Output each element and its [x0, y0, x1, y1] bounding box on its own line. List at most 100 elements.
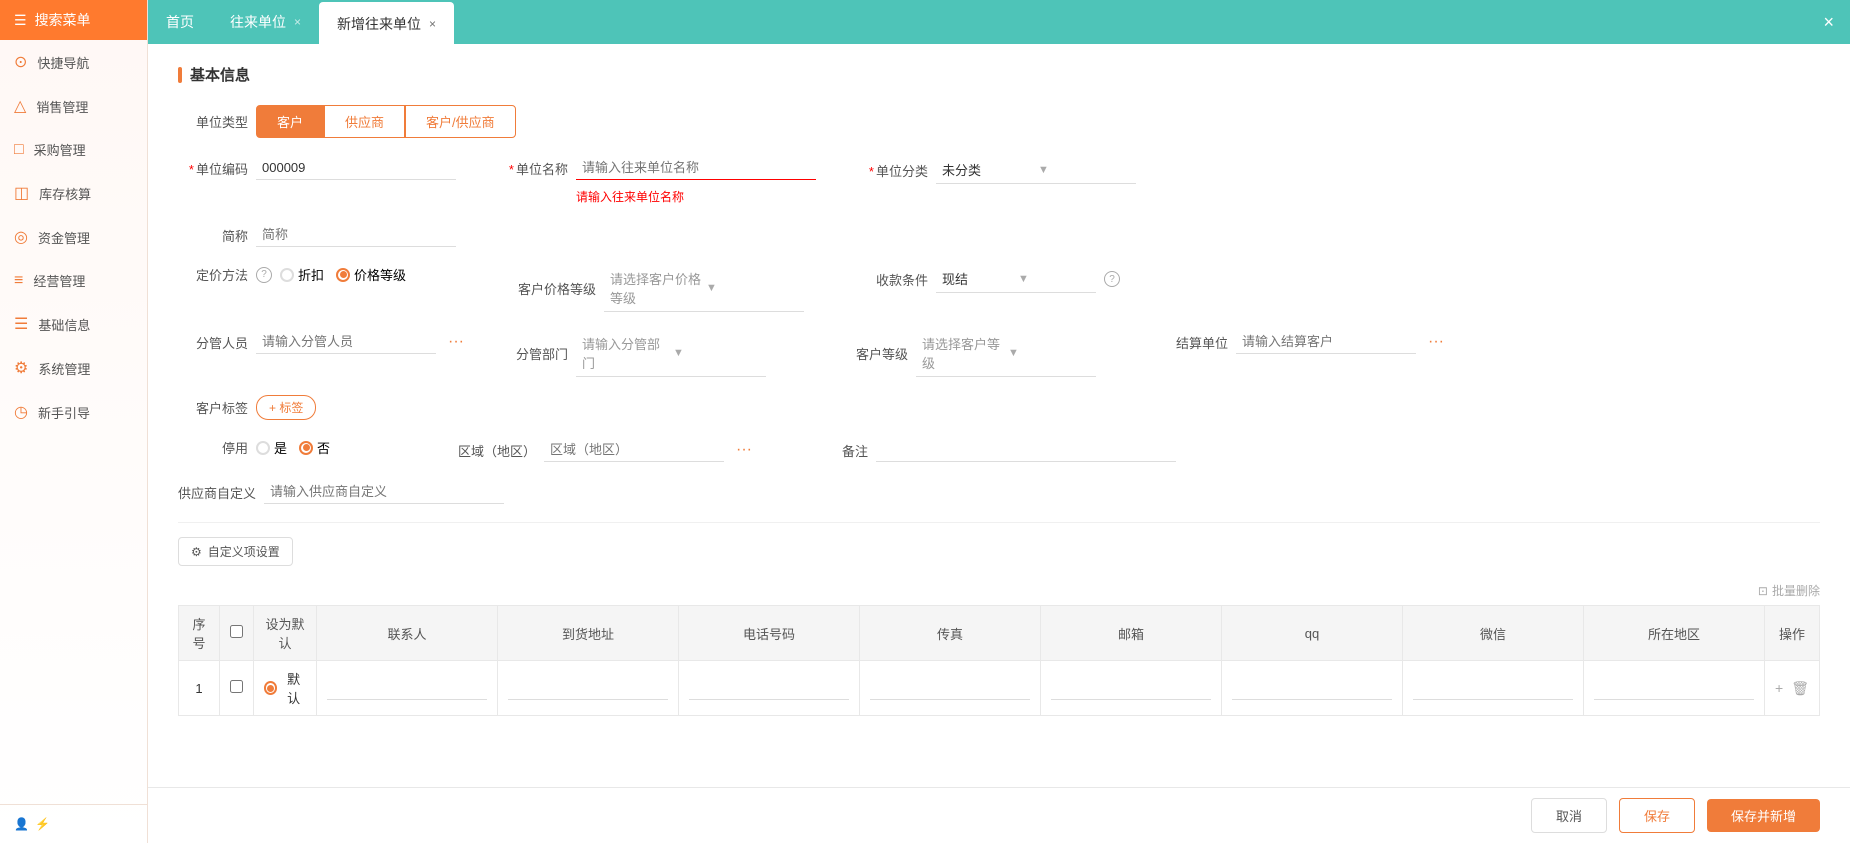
sidebar-item-quick-nav[interactable]: ⊙ 快捷导航 [0, 40, 147, 84]
tab-trading-units-close[interactable]: × [294, 15, 301, 29]
email-input[interactable] [1051, 676, 1211, 700]
contact-input[interactable] [327, 676, 487, 700]
pricing-grade-radio[interactable]: 价格等级 [336, 265, 406, 284]
disabled-yes-radio[interactable]: 是 [256, 438, 287, 457]
pricing-discount-radio[interactable]: 折扣 [280, 265, 324, 284]
tab-new-trading-unit-label: 新增往来单位 [337, 14, 421, 34]
disabled-group: 停用 是 否 [178, 438, 458, 457]
type-btn-supplier[interactable]: 供应商 [324, 105, 405, 138]
tab-bar-close[interactable]: × [1823, 12, 1850, 33]
table-region-input[interactable] [1594, 676, 1754, 700]
billing-more-btn[interactable]: ··· [1424, 333, 1448, 351]
tab-trading-units[interactable]: 往来单位 × [212, 0, 319, 44]
row-address [498, 661, 679, 716]
billing-unit-label: 结算单位 [1158, 333, 1228, 352]
custom-settings-button[interactable]: ⚙ 自定义项设置 [178, 537, 293, 566]
tab-home[interactable]: 首页 [148, 0, 212, 44]
sidebar-item-finance[interactable]: ◎ 资金管理 [0, 215, 147, 259]
region-more-btn[interactable]: ··· [732, 441, 756, 459]
save-add-button[interactable]: 保存并新增 [1707, 799, 1820, 832]
sidebar-item-purchase[interactable]: □ 采购管理 [0, 128, 147, 171]
unit-code-group: 单位编码 [178, 156, 498, 180]
cancel-button[interactable]: 取消 [1531, 798, 1607, 833]
remark-group: 备注 [798, 438, 1820, 462]
sidebar-item-system[interactable]: ⚙ 系统管理 [0, 346, 147, 390]
row-checkbox-input[interactable] [230, 680, 243, 693]
type-btn-customer[interactable]: 客户 [256, 105, 324, 138]
manager-label: 分管人员 [178, 333, 248, 352]
payment-select[interactable]: 现结 ▼ [936, 265, 1096, 293]
short-name-input[interactable] [256, 223, 456, 247]
customer-price-group: 客户价格等级 请选择客户价格等级 ▼ [518, 265, 858, 312]
add-row-btn[interactable]: + [1775, 680, 1783, 696]
customer-level-select[interactable]: 请选择客户等级 ▼ [916, 330, 1096, 377]
sidebar-item-label: 经营管理 [33, 271, 85, 290]
payment-label: 收款条件 [858, 270, 928, 289]
sidebar-item-label: 销售管理 [36, 97, 88, 116]
address-input[interactable] [508, 676, 668, 700]
customer-price-chevron: ▼ [706, 282, 798, 294]
qq-input[interactable] [1232, 676, 1392, 700]
payment-group: 收款条件 现结 ▼ ? [858, 265, 1158, 293]
department-label: 分管部门 [498, 344, 568, 363]
pricing-discount-label: 折扣 [298, 265, 324, 284]
department-placeholder: 请输入分管部门 [582, 334, 669, 372]
manager-row: 分管人员 ··· 分管部门 请输入分管部门 ▼ 客户等级 请选择客户等级 ▼ 结… [178, 330, 1820, 377]
inventory-icon: ◫ [14, 183, 29, 203]
sidebar-item-basic-info[interactable]: ☰ 基础信息 [0, 302, 147, 346]
unit-type-buttons: 客户 供应商 客户/供应商 [256, 105, 516, 138]
table-row: 1 默认 [179, 661, 1820, 716]
payment-help-icon[interactable]: ? [1104, 271, 1120, 287]
purchase-icon: □ [14, 141, 24, 159]
system-icon: ⚙ [14, 358, 28, 378]
tab-new-trading-unit-close[interactable]: × [429, 17, 436, 31]
disabled-radio-group: 是 否 [256, 438, 330, 457]
sidebar-item-label: 系统管理 [38, 359, 90, 378]
tag-btn-label: + 标签 [269, 399, 303, 416]
supplier-custom-input[interactable] [264, 480, 504, 504]
unit-code-input[interactable] [256, 156, 456, 180]
select-all-checkbox[interactable] [230, 625, 243, 638]
fax-input[interactable] [870, 676, 1030, 700]
type-btn-both[interactable]: 客户/供应商 [405, 105, 516, 138]
billing-unit-input[interactable] [1236, 330, 1416, 354]
row-default: 默认 [253, 661, 316, 716]
manager-input[interactable] [256, 330, 436, 354]
tab-new-trading-unit[interactable]: 新增往来单位 × [319, 2, 454, 46]
row-default-radio[interactable]: 默认 [264, 669, 306, 707]
unit-category-group: 单位分类 未分类 ▼ [858, 156, 1178, 184]
save-button[interactable]: 保存 [1619, 798, 1695, 833]
region-input[interactable] [544, 438, 724, 462]
delete-row-btn[interactable]: 🗑 [1791, 680, 1809, 697]
phone-input[interactable] [689, 676, 849, 700]
unit-category-select[interactable]: 未分类 ▼ [936, 156, 1136, 184]
custom-settings-label: 自定义项设置 [208, 543, 280, 560]
add-tag-button[interactable]: + 标签 [256, 395, 316, 420]
sidebar-search[interactable]: ☰ 搜索菜单 [0, 0, 147, 40]
disabled-no-circle [299, 441, 313, 455]
disabled-no-radio[interactable]: 否 [299, 438, 330, 457]
unit-name-group: 单位名称 请输入往来单位名称 [498, 156, 858, 205]
customer-price-select[interactable]: 请选择客户价格等级 ▼ [604, 265, 804, 312]
sidebar-item-sales[interactable]: △ 销售管理 [0, 84, 147, 128]
unit-name-input[interactable] [576, 156, 816, 180]
sales-icon: △ [14, 96, 26, 116]
th-qq: qq [1222, 606, 1403, 661]
sidebar-item-operations[interactable]: ≡ 经营管理 [0, 259, 147, 302]
wechat-input[interactable] [1413, 676, 1573, 700]
row-contact [317, 661, 498, 716]
manager-more-btn[interactable]: ··· [444, 333, 468, 351]
th-fax: 传真 [860, 606, 1041, 661]
pricing-help-icon[interactable]: ? [256, 267, 272, 283]
sidebar-item-inventory[interactable]: ◫ 库存核算 [0, 171, 147, 215]
tab-bar: 首页 往来单位 × 新增往来单位 × × [148, 0, 1850, 44]
department-select[interactable]: 请输入分管部门 ▼ [576, 330, 766, 377]
tab-trading-units-label: 往来单位 [230, 12, 286, 32]
region-group: 区域（地区） ··· [458, 438, 798, 462]
remark-input[interactable] [876, 438, 1176, 462]
section-header: 基本信息 [178, 64, 1820, 85]
batch-delete-button[interactable]: ⊡ 批量删除 [1758, 582, 1820, 599]
row-default-circle [264, 681, 277, 695]
tab-home-label: 首页 [166, 12, 194, 32]
sidebar-item-guide[interactable]: ◷ 新手引导 [0, 390, 147, 434]
